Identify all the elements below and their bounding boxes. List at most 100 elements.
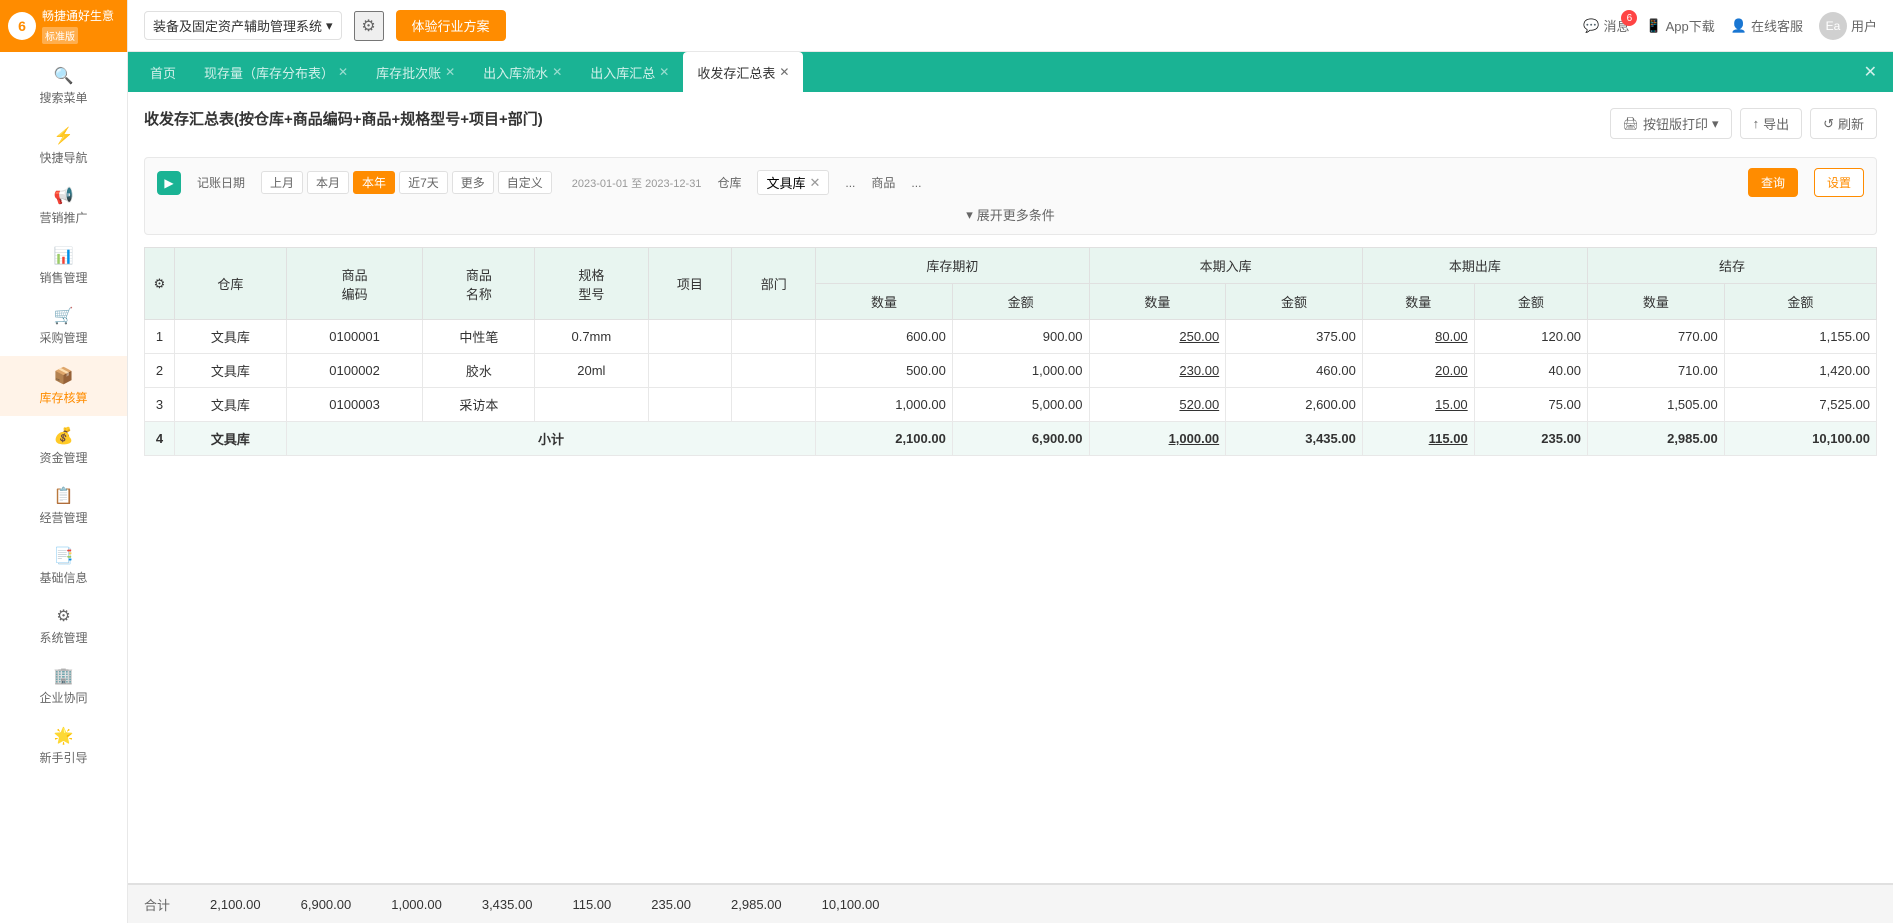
- sidebar-item-system[interactable]: ⚙ 系统管理: [0, 596, 127, 656]
- subtotal-in-qty[interactable]: 1,000.00: [1089, 422, 1226, 456]
- subtotal-out-qty[interactable]: 115.00: [1362, 422, 1474, 456]
- row1-name: 中性笔: [423, 320, 535, 354]
- page-title: 收发存汇总表(按仓库+商品编码+商品+规格型号+项目+部门): [144, 108, 543, 129]
- sidebar-item-guide[interactable]: 🌟 新手引导: [0, 716, 127, 776]
- row1-in-amt: 375.00: [1226, 320, 1363, 354]
- warehouse-tag[interactable]: 文具库 ✕: [757, 170, 829, 195]
- tab-batch-close[interactable]: ✕: [445, 65, 455, 79]
- message-badge: 6: [1621, 10, 1637, 26]
- header-right: 💬 消息 6 📱 App下载 👤 在线客服 Ea 用户: [1583, 12, 1877, 40]
- settings-button[interactable]: ⚙: [354, 11, 384, 41]
- tab-recv-send[interactable]: 收发存汇总表 ✕: [683, 52, 803, 92]
- print-button[interactable]: 🖨 按钮版打印 ▾: [1610, 108, 1732, 139]
- quick-nav-icon: ⚡: [54, 126, 74, 146]
- subtotal-warehouse: 文具库: [175, 422, 287, 456]
- tab-inventory-dist[interactable]: 现存量（库存分布表） ✕: [190, 52, 362, 92]
- export-button[interactable]: ↑ 导出: [1740, 108, 1803, 139]
- expand-more-row[interactable]: ▾ 展开更多条件: [157, 197, 1864, 224]
- date-btn-last7[interactable]: 近7天: [399, 171, 448, 194]
- filter-collapse-button[interactable]: ▶: [157, 171, 181, 195]
- refresh-icon: ↺: [1823, 116, 1834, 132]
- sidebar-item-sales[interactable]: 📊 销售管理: [0, 236, 127, 296]
- th-close-qty: 数量: [1588, 284, 1725, 320]
- sidebar-item-basic-info[interactable]: 📑 基础信息: [0, 536, 127, 596]
- warehouse-tag-close[interactable]: ✕: [809, 175, 820, 191]
- filter-settings-button[interactable]: 设置: [1814, 168, 1864, 197]
- th-close-amt: 金额: [1724, 284, 1876, 320]
- tab-inout-flow[interactable]: 出入库流水 ✕: [469, 52, 576, 92]
- row3-in-qty[interactable]: 520.00: [1089, 388, 1226, 422]
- try-industry-button[interactable]: 体验行业方案: [396, 10, 506, 41]
- th-dept: 部门: [732, 248, 816, 320]
- sidebar-item-search[interactable]: 🔍 搜索菜单: [0, 56, 127, 116]
- tab-inout-summary[interactable]: 出入库汇总 ✕: [576, 52, 683, 92]
- sidebar-item-finance[interactable]: 💰 资金管理: [0, 416, 127, 476]
- basic-info-icon: 📑: [54, 546, 74, 566]
- footer-in-amt: 3,435.00: [482, 897, 533, 912]
- top-header: 装备及固定资产辅助管理系统 ▾ ⚙ 体验行业方案 💬 消息 6 📱 App下载 …: [128, 0, 1893, 52]
- tab-inout-summary-close[interactable]: ✕: [659, 65, 669, 79]
- footer-close-qty-cell: 2,985.00: [731, 897, 782, 912]
- th-settings[interactable]: ⚙: [145, 248, 175, 320]
- row2-code: 0100002: [286, 354, 423, 388]
- sidebar-label-operation: 经营管理: [39, 509, 87, 526]
- phone-icon: 📱: [1645, 18, 1661, 34]
- query-button[interactable]: 查询: [1748, 168, 1798, 197]
- date-btn-last-month[interactable]: 上月: [261, 171, 303, 194]
- row2-spec: 20ml: [535, 354, 648, 388]
- row3-close-qty: 1,505.00: [1588, 388, 1725, 422]
- app-download-item[interactable]: 📱 App下载: [1645, 16, 1714, 35]
- system-selector[interactable]: 装备及固定资产辅助管理系统 ▾: [144, 11, 342, 40]
- tab-recv-send-close[interactable]: ✕: [779, 65, 789, 79]
- online-service-item[interactable]: 👤 在线客服: [1731, 16, 1803, 35]
- sidebar-label-purchase: 采购管理: [39, 329, 87, 346]
- sidebar-item-purchase[interactable]: 🛒 采购管理: [0, 296, 127, 356]
- content-area: 收发存汇总表(按仓库+商品编码+商品+规格型号+项目+部门) 🖨 按钮版打印 ▾…: [128, 92, 1893, 883]
- refresh-button[interactable]: ↺ 刷新: [1810, 108, 1877, 139]
- row1-out-qty[interactable]: 80.00: [1362, 320, 1474, 354]
- tab-inout-flow-close[interactable]: ✕: [552, 65, 562, 79]
- tab-inout-flow-label: 出入库流水: [483, 63, 548, 82]
- sidebar-item-marketing[interactable]: 📢 营销推广: [0, 176, 127, 236]
- user-item[interactable]: Ea 用户: [1819, 12, 1877, 40]
- row2-in-qty[interactable]: 230.00: [1089, 354, 1226, 388]
- sidebar-label-system: 系统管理: [39, 629, 87, 646]
- th-out-amt: 金额: [1474, 284, 1587, 320]
- sidebar-item-quick-nav[interactable]: ⚡ 快捷导航: [0, 116, 127, 176]
- row1-spec: 0.7mm: [535, 320, 648, 354]
- sidebar-label-sales: 销售管理: [39, 269, 87, 286]
- row3-out-qty[interactable]: 15.00: [1362, 388, 1474, 422]
- sidebar: 6 畅捷通好生意 标准版 🔍 搜索菜单 ⚡ 快捷导航 📢 营销推广 📊 销售管理…: [0, 0, 128, 923]
- tab-inventory-dist-close[interactable]: ✕: [338, 65, 348, 79]
- warehouse-ellipsis[interactable]: ...: [845, 176, 855, 190]
- date-range-display: 2023-01-01 至 2023-12-31: [572, 175, 702, 191]
- sidebar-item-enterprise[interactable]: 🏢 企业协同: [0, 656, 127, 716]
- th-goods-name: 商品名称: [423, 248, 535, 320]
- date-btn-this-year[interactable]: 本年: [353, 171, 395, 194]
- row2-warehouse: 文具库: [175, 354, 287, 388]
- row1-in-qty[interactable]: 250.00: [1089, 320, 1226, 354]
- row2-out-qty[interactable]: 20.00: [1362, 354, 1474, 388]
- message-item[interactable]: 💬 消息 6: [1583, 16, 1629, 35]
- footer-out-amt-cell: 235.00: [651, 897, 691, 912]
- tab-batch[interactable]: 库存批次账 ✕: [362, 52, 469, 92]
- export-icon: ↑: [1753, 116, 1760, 131]
- subtotal-in-amt: 3,435.00: [1226, 422, 1363, 456]
- footer-out-amt: 235.00: [651, 897, 691, 912]
- sidebar-label-inventory: 库存核算: [39, 389, 87, 406]
- app-name: 畅捷通好生意: [42, 8, 114, 25]
- date-btn-more[interactable]: 更多: [452, 171, 494, 194]
- sidebar-item-operation[interactable]: 📋 经营管理: [0, 476, 127, 536]
- table-row: 3 文具库 0100003 采访本 1,000.00 5,000.00 520.…: [145, 388, 1877, 422]
- operation-icon: 📋: [54, 486, 74, 506]
- app-download-label: App下载: [1666, 16, 1715, 35]
- tab-bar-close-icon[interactable]: ✕: [1856, 62, 1885, 82]
- tab-home[interactable]: 首页: [136, 52, 190, 92]
- date-btn-this-month[interactable]: 本月: [307, 171, 349, 194]
- purchase-icon: 🛒: [54, 306, 74, 326]
- row1-close-qty: 770.00: [1588, 320, 1725, 354]
- date-btn-custom[interactable]: 自定义: [498, 171, 552, 194]
- goods-ellipsis[interactable]: ...: [911, 176, 921, 190]
- sidebar-item-inventory[interactable]: 📦 库存核算: [0, 356, 127, 416]
- footer-out-qty: 115.00: [572, 897, 611, 912]
